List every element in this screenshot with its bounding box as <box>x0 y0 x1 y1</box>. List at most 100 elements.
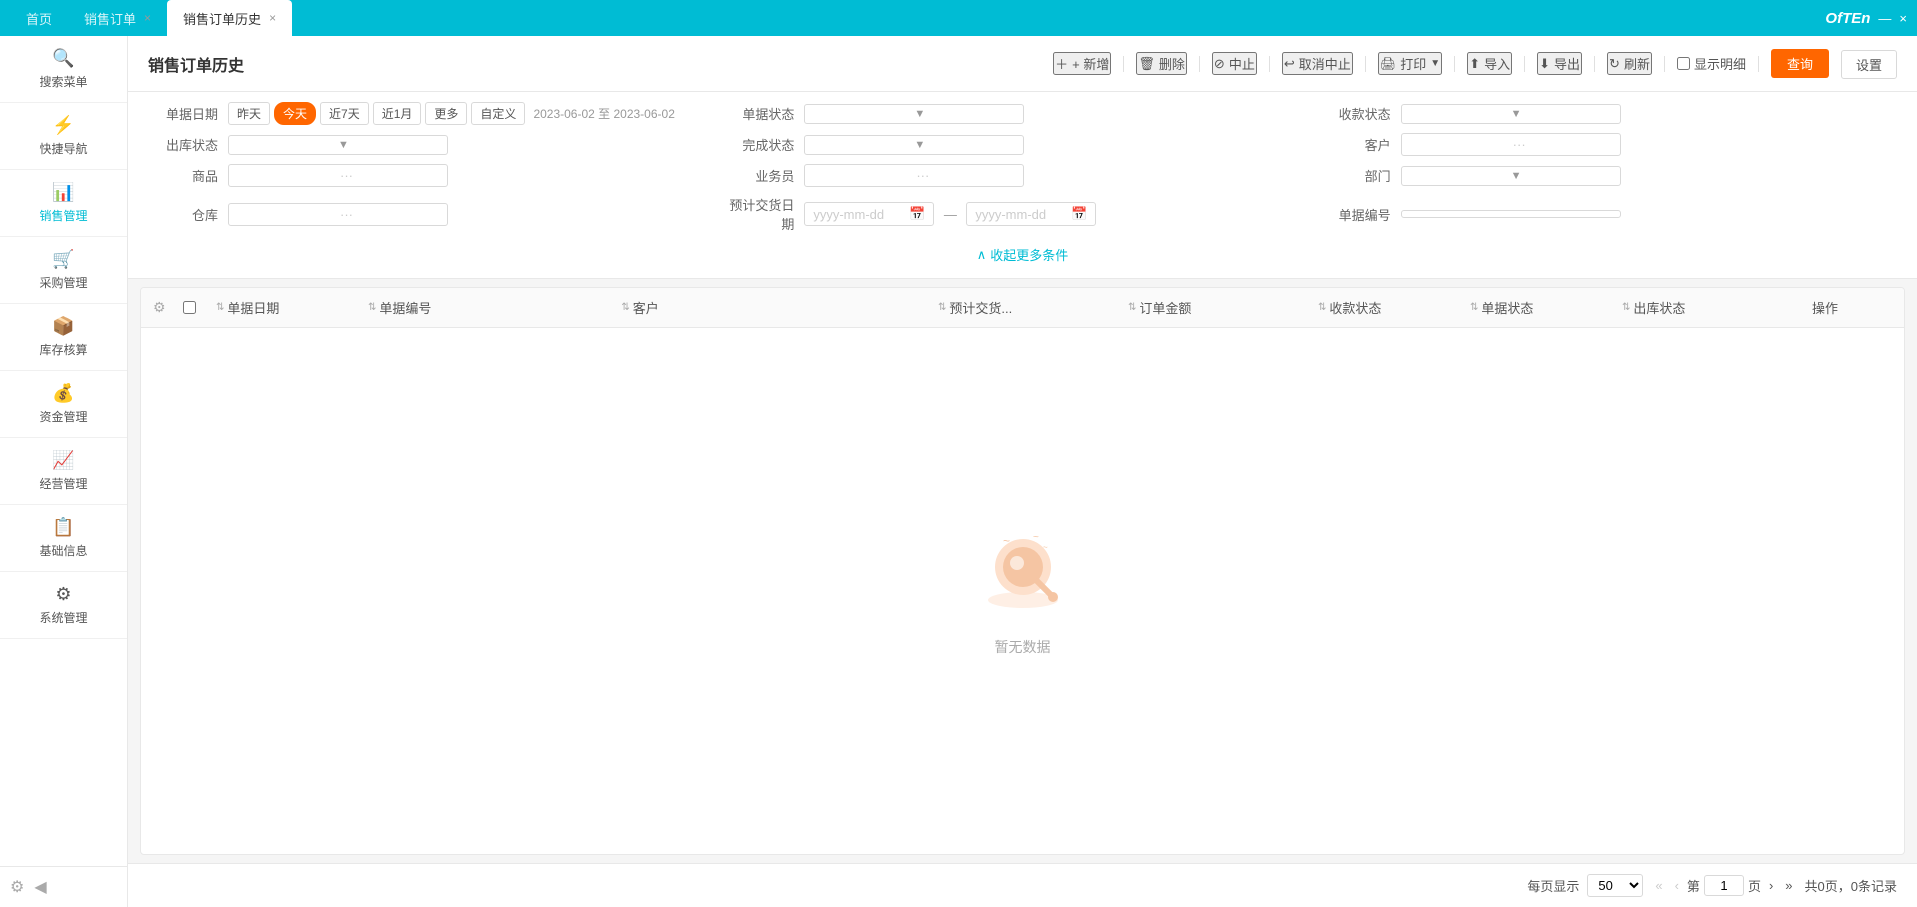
col-customer-header[interactable]: ⇅ 客户 <box>621 298 938 317</box>
col-payment-header[interactable]: ⇅ 收款状态 <box>1318 298 1470 317</box>
cancel-stop-button[interactable]: ↩ 取消中止 <box>1282 52 1353 75</box>
table-area: ⚙ ⇅ 单据日期 ⇅ 单据编号 ⇅ 客户 <box>140 287 1905 855</box>
col-delivery-header[interactable]: ⇅ 预计交货... <box>938 298 1128 317</box>
last-page-btn[interactable]: » <box>1781 876 1796 895</box>
tab-home-label: 首页 <box>26 9 52 28</box>
divider9 <box>1758 56 1759 72</box>
out-status-label: 出库状态 <box>148 135 228 154</box>
goods-label: 商品 <box>148 166 228 185</box>
bill-status-arrow-icon: ▼ <box>914 108 1015 120</box>
date-btn-more[interactable]: 更多 <box>425 102 467 125</box>
out-status-control: ▼ <box>228 135 724 155</box>
col-amount-header[interactable]: ⇅ 订单金额 <box>1128 298 1318 317</box>
sidebar-item-operations[interactable]: 📈 经营管理 <box>0 438 127 505</box>
refresh-icon: ↻ <box>1609 56 1620 72</box>
top-bar-right: OfTEn — × <box>1825 10 1907 27</box>
payment-status-select[interactable]: ▼ <box>1401 104 1621 124</box>
sidebar-collapse-icon[interactable]: ◀ <box>34 877 46 897</box>
customer-select[interactable]: ··· <box>1401 133 1621 156</box>
display-detail-checkbox[interactable] <box>1677 57 1690 70</box>
sidebar-item-purchase[interactable]: 🛒 采购管理 <box>0 237 127 304</box>
delete-button[interactable]: 🗑 删除 <box>1136 52 1187 75</box>
col-date-header[interactable]: ⇅ 单据日期 <box>216 298 368 317</box>
sidebar-item-search[interactable]: 🔍 搜索菜单 <box>0 36 127 103</box>
department-arrow-icon: ▼ <box>1511 170 1612 182</box>
prev-page-btn[interactable]: ‹ <box>1671 876 1683 895</box>
delivery-date-control: yyyy-mm-dd 📅 — yyyy-mm-dd 📅 <box>804 202 1300 226</box>
new-button[interactable]: ＋ + 新增 <box>1053 52 1111 75</box>
export-icon: ⬇ <box>1539 56 1550 72</box>
next-page-btn[interactable]: › <box>1765 876 1777 895</box>
bill-status-select[interactable]: ▼ <box>804 104 1024 124</box>
tab-sales-order-history-label: 销售订单历史 <box>183 9 261 28</box>
sidebar-settings-icon[interactable]: ⚙ <box>10 877 24 897</box>
payment-status-control: ▼ <box>1401 104 1897 124</box>
table-settings-icon[interactable]: ⚙ <box>153 299 183 316</box>
out-status-select[interactable]: ▼ <box>228 135 448 155</box>
col-num-header[interactable]: ⇅ 单据编号 <box>368 298 621 317</box>
select-all-checkbox[interactable] <box>183 301 196 314</box>
delivery-start-input[interactable]: yyyy-mm-dd 📅 <box>804 202 934 226</box>
tab-sales-order-close[interactable]: × <box>144 11 151 25</box>
page-number-input[interactable] <box>1704 875 1744 896</box>
sidebar-item-inventory-label: 库存核算 <box>39 341 87 358</box>
department-select[interactable]: ▼ <box>1401 166 1621 186</box>
divider3 <box>1269 56 1270 72</box>
date-btn-yesterday[interactable]: 昨天 <box>228 102 270 125</box>
col-status-header[interactable]: ⇅ 单据状态 <box>1470 298 1622 317</box>
goods-dotdot-icon[interactable]: ··· <box>340 168 439 183</box>
date-btn-1month[interactable]: 近1月 <box>373 102 422 125</box>
minimize-btn[interactable]: — <box>1878 11 1891 26</box>
collapse-button[interactable]: ∧ 收起更多条件 <box>977 241 1069 268</box>
divider7 <box>1594 56 1595 72</box>
stop-button[interactable]: ⊘ 中止 <box>1212 52 1257 75</box>
customer-dotdot-icon[interactable]: ··· <box>1513 137 1612 152</box>
page-size-select[interactable]: 50 10 20 100 <box>1587 874 1643 897</box>
salesperson-select[interactable]: ··· <box>804 164 1024 187</box>
cancel-stop-icon: ↩ <box>1284 56 1295 72</box>
export-button[interactable]: ⬇ 导出 <box>1537 52 1582 75</box>
date-btn-today[interactable]: 今天 <box>274 102 316 125</box>
date-btn-custom[interactable]: 自定义 <box>471 102 525 125</box>
display-detail-checkbox-label[interactable]: 显示明细 <box>1677 54 1746 73</box>
system-icon: ⚙ <box>55 584 71 605</box>
new-label: + 新增 <box>1072 54 1109 73</box>
first-page-btn[interactable]: « <box>1651 876 1666 895</box>
tab-home[interactable]: 首页 <box>10 0 68 36</box>
filter-area: 单据日期 昨天 今天 近7天 近1月 更多 自定义 2023-06-02 至 2… <box>128 92 1917 279</box>
delivery-end-input[interactable]: yyyy-mm-dd 📅 <box>966 202 1096 226</box>
warehouse-control: ··· <box>228 203 724 226</box>
warehouse-select[interactable]: ··· <box>228 203 448 226</box>
print-button[interactable]: 🖨 打印 ▼ <box>1378 52 1442 75</box>
sidebar-item-sales[interactable]: 📊 销售管理 <box>0 170 127 237</box>
sidebar-item-basic-info[interactable]: 📋 基础信息 <box>0 505 127 572</box>
col-out-header[interactable]: ⇅ 出库状态 <box>1622 298 1812 317</box>
col-date-label: 单据日期 <box>227 298 279 317</box>
refresh-button[interactable]: ↻ 刷新 <box>1607 52 1652 75</box>
sidebar-item-inventory[interactable]: 📦 库存核算 <box>0 304 127 371</box>
col-status-label: 单据状态 <box>1481 298 1533 317</box>
payment-status-arrow-icon: ▼ <box>1511 108 1612 120</box>
query-button[interactable]: 查询 <box>1771 49 1829 78</box>
sort-icon-out: ⇅ <box>1622 302 1630 313</box>
import-button[interactable]: ⬆ 导入 <box>1467 52 1512 75</box>
tab-sales-order-history[interactable]: 销售订单历史 × <box>167 0 292 36</box>
inventory-icon: 📦 <box>52 316 74 337</box>
date-btn-7days[interactable]: 近7天 <box>320 102 369 125</box>
close-btn[interactable]: × <box>1899 11 1907 26</box>
salesperson-dotdot-icon[interactable]: ··· <box>916 168 1015 183</box>
out-status-arrow-icon: ▼ <box>338 139 439 151</box>
sidebar-item-finance[interactable]: 💰 资金管理 <box>0 371 127 438</box>
goods-select[interactable]: ··· <box>228 164 448 187</box>
tab-sales-order-history-close[interactable]: × <box>269 11 276 25</box>
sidebar-item-operations-label: 经营管理 <box>39 475 87 492</box>
bill-number-control <box>1401 210 1897 218</box>
sidebar-footer: ⚙ ◀ <box>0 866 127 907</box>
setting-button[interactable]: 设置 <box>1841 50 1897 79</box>
sidebar-item-system[interactable]: ⚙ 系统管理 <box>0 572 127 639</box>
sidebar-item-quick-nav[interactable]: ⚡ 快捷导航 <box>0 103 127 170</box>
tab-sales-order[interactable]: 销售订单 × <box>68 0 167 36</box>
complete-status-select[interactable]: ▼ <box>804 135 1024 155</box>
warehouse-dotdot-icon[interactable]: ··· <box>340 207 439 222</box>
bill-number-input[interactable] <box>1401 210 1621 218</box>
